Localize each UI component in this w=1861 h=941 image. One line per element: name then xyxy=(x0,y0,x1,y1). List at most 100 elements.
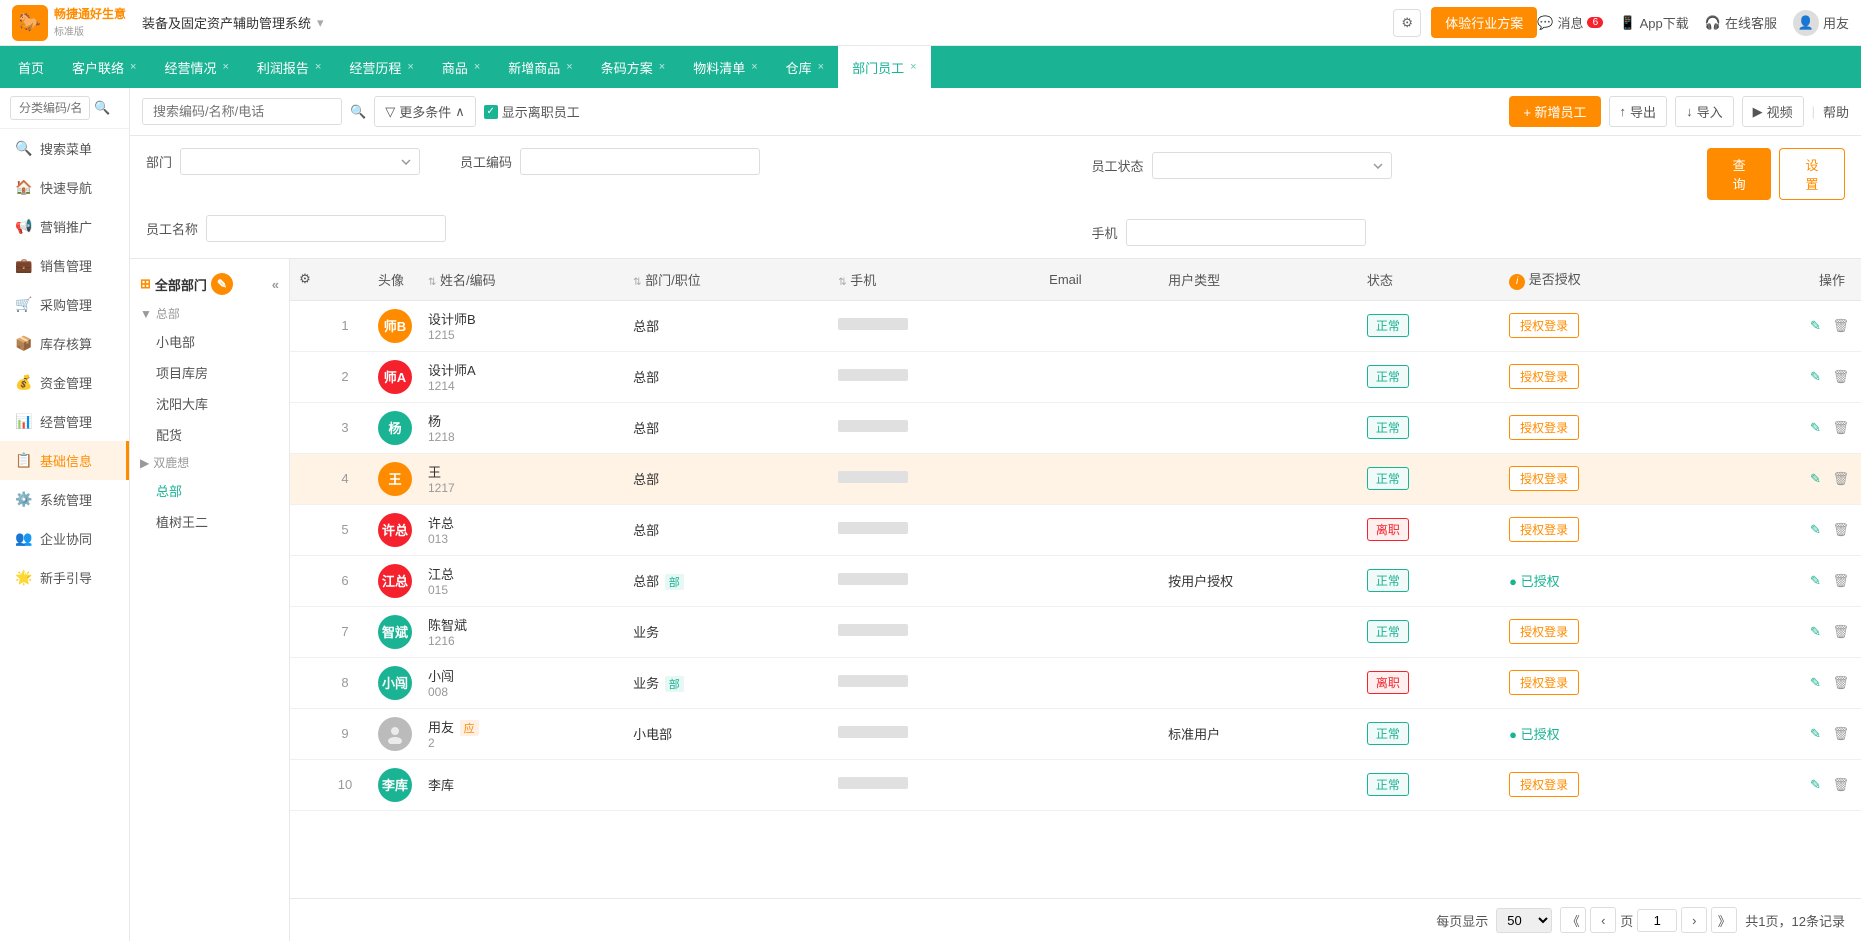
page-number-input[interactable] xyxy=(1637,909,1677,932)
sidebar-search-input[interactable] xyxy=(10,96,90,120)
phone-input[interactable] xyxy=(1126,219,1366,246)
delete-button[interactable]: 🗑 xyxy=(1832,522,1849,537)
sidebar-item-marketing[interactable]: 📢 营销推广 xyxy=(0,207,129,246)
tab-business[interactable]: 经营情况 × xyxy=(150,46,242,88)
close-icon[interactable]: × xyxy=(751,61,757,73)
tab-warehouse[interactable]: 仓库 × xyxy=(772,46,838,88)
delete-button[interactable]: 🗑 xyxy=(1832,471,1849,486)
tab-home[interactable]: 首页 xyxy=(4,46,58,88)
sidebar-item-search[interactable]: 🔍 搜索菜单 xyxy=(0,129,129,168)
close-icon[interactable]: × xyxy=(474,61,480,73)
tab-bom[interactable]: 物料清单 × xyxy=(679,46,771,88)
delete-button[interactable]: 🗑 xyxy=(1832,573,1849,588)
emp-code-input[interactable] xyxy=(520,148,760,175)
delete-button[interactable]: 🗑 xyxy=(1832,624,1849,639)
close-icon[interactable]: × xyxy=(818,61,824,73)
dept-select[interactable] xyxy=(180,148,420,175)
edit-button[interactable]: ✎ xyxy=(1810,777,1821,792)
edit-button[interactable]: ✎ xyxy=(1810,369,1821,384)
dept-item-zhishu[interactable]: 植树王二 xyxy=(130,506,289,537)
auth-login-button[interactable]: 授权登录 xyxy=(1509,670,1579,695)
edit-button[interactable]: ✎ xyxy=(1810,675,1821,690)
dept-toggle-icon[interactable]: ▼ xyxy=(140,307,152,321)
set-button[interactable]: 设置 xyxy=(1779,148,1845,200)
employee-search-input[interactable] xyxy=(142,98,342,125)
auth-login-button[interactable]: 授权登录 xyxy=(1509,517,1579,542)
next-page-button[interactable]: › xyxy=(1681,907,1707,933)
edit-button[interactable]: ✎ xyxy=(1810,522,1821,537)
close-icon[interactable]: × xyxy=(315,61,321,73)
dept-toggle-icon[interactable]: ▶ xyxy=(140,456,149,470)
auth-login-button[interactable]: 授权登录 xyxy=(1509,364,1579,389)
sidebar-item-sales[interactable]: 💼 销售管理 xyxy=(0,246,129,285)
more-conditions-button[interactable]: ▽ 更多条件 ∧ xyxy=(374,96,476,127)
edit-button[interactable]: ✎ xyxy=(1810,318,1821,333)
col-name[interactable]: ⇅ 姓名/编码 xyxy=(420,259,625,300)
sidebar-item-finance[interactable]: 💰 资金管理 xyxy=(0,363,129,402)
delete-button[interactable]: 🗑 xyxy=(1832,726,1849,741)
delete-button[interactable]: 🗑 xyxy=(1832,777,1849,792)
last-page-button[interactable]: 》 xyxy=(1711,907,1737,933)
close-icon[interactable]: × xyxy=(910,61,916,73)
sidebar-item-operations[interactable]: 📊 经营管理 xyxy=(0,402,129,441)
info-icon[interactable]: i xyxy=(1509,274,1525,290)
emp-name-input[interactable] xyxy=(206,215,446,242)
edit-button[interactable]: ✎ xyxy=(1810,471,1821,486)
close-icon[interactable]: × xyxy=(407,61,413,73)
dept-item-headquarters[interactable]: 总部 xyxy=(130,475,289,506)
close-icon[interactable]: × xyxy=(222,61,228,73)
edit-button[interactable]: ✎ xyxy=(1810,624,1821,639)
col-settings[interactable]: ⚙ xyxy=(290,259,320,300)
delete-button[interactable]: 🗑 xyxy=(1832,675,1849,690)
help-button[interactable]: 帮助 xyxy=(1823,102,1849,121)
import-button[interactable]: ↓ 导入 xyxy=(1675,96,1734,127)
dept-item-shenyang[interactable]: 沈阳大库 xyxy=(130,388,289,419)
auth-login-button[interactable]: 授权登录 xyxy=(1509,772,1579,797)
app-download-button[interactable]: 📱 App下载 xyxy=(1619,13,1688,32)
search-icon[interactable]: 🔍 xyxy=(94,100,110,116)
sidebar-item-basic-info[interactable]: 📋 基础信息 xyxy=(0,441,129,480)
close-icon[interactable]: × xyxy=(130,61,136,73)
edit-button[interactable]: ✎ xyxy=(1810,573,1821,588)
sidebar-item-system[interactable]: ⚙️ 系统管理 xyxy=(0,480,129,519)
messages-button[interactable]: 💬 消息 6 xyxy=(1537,13,1603,32)
col-phone[interactable]: ⇅ 手机 xyxy=(830,259,1041,300)
delete-button[interactable]: 🗑 xyxy=(1832,369,1849,384)
first-page-button[interactable]: 《 xyxy=(1560,907,1586,933)
sidebar-item-collab[interactable]: 👥 企业协同 xyxy=(0,519,129,558)
col-dept[interactable]: ⇅ 部门/职位 xyxy=(625,259,830,300)
edit-button[interactable]: ✎ xyxy=(1810,420,1821,435)
export-button[interactable]: ↑ 导出 xyxy=(1609,96,1668,127)
close-icon[interactable]: × xyxy=(566,61,572,73)
dept-collapse-button[interactable]: « xyxy=(272,277,279,292)
dropdown-arrow-icon[interactable]: ▾ xyxy=(317,15,324,31)
tab-customer[interactable]: 客户联络 × xyxy=(58,46,150,88)
sidebar-item-guide[interactable]: 🌟 新手引导 xyxy=(0,558,129,597)
close-icon[interactable]: × xyxy=(659,61,665,73)
dept-item-distribution[interactable]: 配货 xyxy=(130,419,289,450)
prev-page-button[interactable]: ‹ xyxy=(1590,907,1616,933)
tab-dept-employee[interactable]: 部门员工 × xyxy=(838,46,930,88)
settings-button[interactable]: ⚙ xyxy=(1393,9,1421,37)
trial-button[interactable]: 体验行业方案 xyxy=(1431,7,1537,38)
user-menu-button[interactable]: 👤 用友 xyxy=(1793,10,1849,36)
online-service-button[interactable]: 🎧 在线客服 xyxy=(1705,13,1777,32)
tab-new-goods[interactable]: 新增商品 × xyxy=(494,46,586,88)
dept-item-small-elec[interactable]: 小电部 xyxy=(130,326,289,357)
delete-button[interactable]: 🗑 xyxy=(1832,420,1849,435)
auth-login-button[interactable]: 授权登录 xyxy=(1509,619,1579,644)
tab-history[interactable]: 经营历程 × xyxy=(335,46,427,88)
sidebar-item-purchase[interactable]: 🛒 采购管理 xyxy=(0,285,129,324)
tab-barcode[interactable]: 条码方案 × xyxy=(587,46,679,88)
delete-button[interactable]: 🗑 xyxy=(1832,318,1849,333)
add-employee-button[interactable]: + 新增员工 xyxy=(1509,96,1600,127)
video-button[interactable]: ▶ 视频 xyxy=(1742,96,1804,127)
auth-login-button[interactable]: 授权登录 xyxy=(1509,415,1579,440)
page-size-select[interactable]: 50 100 xyxy=(1496,908,1552,933)
sidebar-item-quicknav[interactable]: 🏠 快速导航 xyxy=(0,168,129,207)
tab-profit[interactable]: 利润报告 × xyxy=(243,46,335,88)
emp-status-select[interactable] xyxy=(1152,152,1392,179)
search-button[interactable]: 🔍 xyxy=(350,104,366,120)
tab-goods[interactable]: 商品 × xyxy=(428,46,494,88)
edit-button[interactable]: ✎ xyxy=(1810,726,1821,741)
